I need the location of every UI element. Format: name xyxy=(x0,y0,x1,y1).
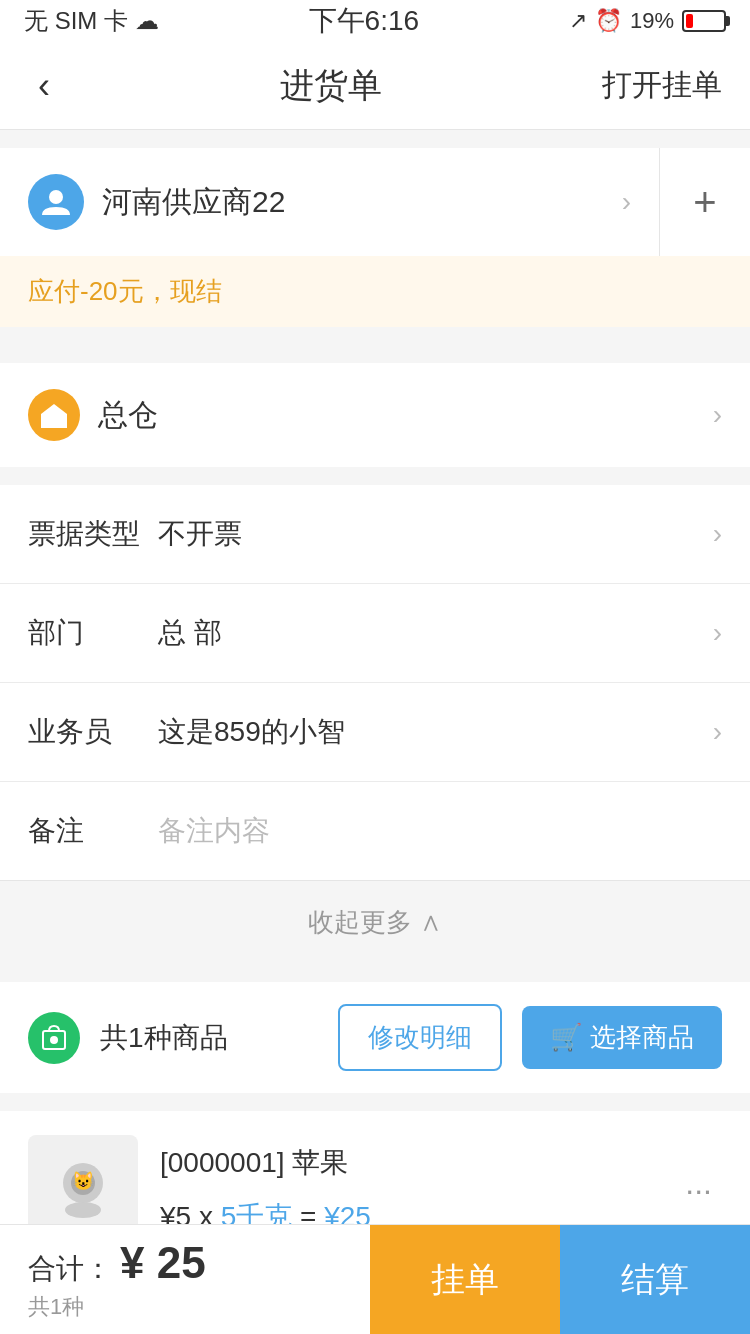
gap-1 xyxy=(0,130,750,148)
battery-text: 19% xyxy=(630,8,674,34)
svg-rect-1 xyxy=(49,418,59,428)
remark-value: 备注内容 xyxy=(158,812,722,850)
department-chevron-icon: › xyxy=(713,617,722,649)
product-count-text: 共1种商品 xyxy=(100,1019,318,1057)
supplier-name: 河南供应商22 xyxy=(102,182,622,223)
select-product-icon: 🛒 xyxy=(550,1022,582,1053)
salesperson-row[interactable]: 业务员 这是859的小智 › xyxy=(0,683,750,782)
add-supplier-button[interactable]: + xyxy=(660,148,750,256)
svg-point-3 xyxy=(50,1036,58,1044)
gap-3 xyxy=(0,964,750,982)
open-pending-button[interactable]: 打开挂单 xyxy=(602,65,722,106)
supplier-avatar xyxy=(28,174,84,230)
alarm-icon: ⏰ xyxy=(595,8,622,34)
edit-detail-button[interactable]: 修改明细 xyxy=(338,1004,502,1071)
warehouse-name: 总仓 xyxy=(98,395,713,436)
ticket-type-label: 票据类型 xyxy=(28,515,158,553)
department-row[interactable]: 部门 总 部 › xyxy=(0,584,750,683)
bottom-total: 合计： ¥ 25 共1种 xyxy=(0,1238,370,1322)
supplier-notice: 应付-20元，现结 xyxy=(0,256,750,327)
salesperson-chevron-icon: › xyxy=(713,716,722,748)
remark-row[interactable]: 备注 备注内容 xyxy=(0,782,750,880)
checkout-button[interactable]: 结算 xyxy=(560,1225,750,1335)
back-button[interactable]: ‹ xyxy=(28,55,60,117)
collapse-bar[interactable]: 收起更多 ∧ xyxy=(0,880,750,964)
product-count-icon xyxy=(28,1012,80,1064)
ticket-type-row[interactable]: 票据类型 不开票 › xyxy=(0,485,750,584)
status-right: ↗ ⏰ 19% xyxy=(569,8,726,34)
warehouse-section[interactable]: 总仓 › xyxy=(0,363,750,467)
remark-label: 备注 xyxy=(28,812,158,850)
svg-point-0 xyxy=(49,190,63,204)
page-title: 进货单 xyxy=(280,63,382,109)
ticket-type-value: 不开票 xyxy=(158,515,713,553)
nav-bar: ‹ 进货单 打开挂单 xyxy=(0,42,750,130)
status-time: 下午6:16 xyxy=(309,2,420,40)
department-value: 总 部 xyxy=(158,614,713,652)
status-bar: 无 SIM 卡 ☁ 下午6:16 ↗ ⏰ 19% xyxy=(0,0,750,42)
total-label: 合计： xyxy=(28,1250,112,1288)
warehouse-icon xyxy=(28,389,80,441)
form-section: 票据类型 不开票 › 部门 总 部 › 业务员 这是859的小智 › 备注 备注… xyxy=(0,485,750,880)
product-more-button[interactable]: ··· xyxy=(675,1162,722,1219)
salesperson-label: 业务员 xyxy=(28,713,158,751)
total-count: 共1种 xyxy=(28,1292,342,1322)
select-product-button[interactable]: 🛒 选择商品 xyxy=(522,1006,722,1069)
salesperson-value: 这是859的小智 xyxy=(158,713,713,751)
warehouse-chevron-icon: › xyxy=(713,399,722,431)
status-left: 无 SIM 卡 ☁ xyxy=(24,5,159,37)
sim-status: 无 SIM 卡 ☁ xyxy=(24,5,159,37)
pending-button[interactable]: 挂单 xyxy=(370,1225,560,1335)
svg-point-6 xyxy=(65,1202,101,1218)
supplier-selector[interactable]: 河南供应商22 › xyxy=(0,148,660,256)
location-icon: ↗ xyxy=(569,8,587,34)
bottom-bar: 合计： ¥ 25 共1种 挂单 结算 xyxy=(0,1224,750,1334)
department-label: 部门 xyxy=(28,614,158,652)
product-info: [0000001] 苹果 ¥5 x 5千克 = ¥25 xyxy=(160,1144,675,1236)
total-amount: ¥ 25 xyxy=(120,1238,206,1288)
product-header: 共1种商品 修改明细 🛒 选择商品 xyxy=(0,982,750,1093)
select-product-label: 选择商品 xyxy=(590,1020,694,1055)
svg-text:😺: 😺 xyxy=(72,1170,95,1192)
product-name: [0000001] 苹果 xyxy=(160,1144,675,1182)
gap-2 xyxy=(0,327,750,345)
ticket-type-chevron-icon: › xyxy=(713,518,722,550)
supplier-section: 河南供应商22 › + xyxy=(0,148,750,256)
battery-icon xyxy=(682,10,726,32)
supplier-chevron-icon: › xyxy=(622,186,631,218)
